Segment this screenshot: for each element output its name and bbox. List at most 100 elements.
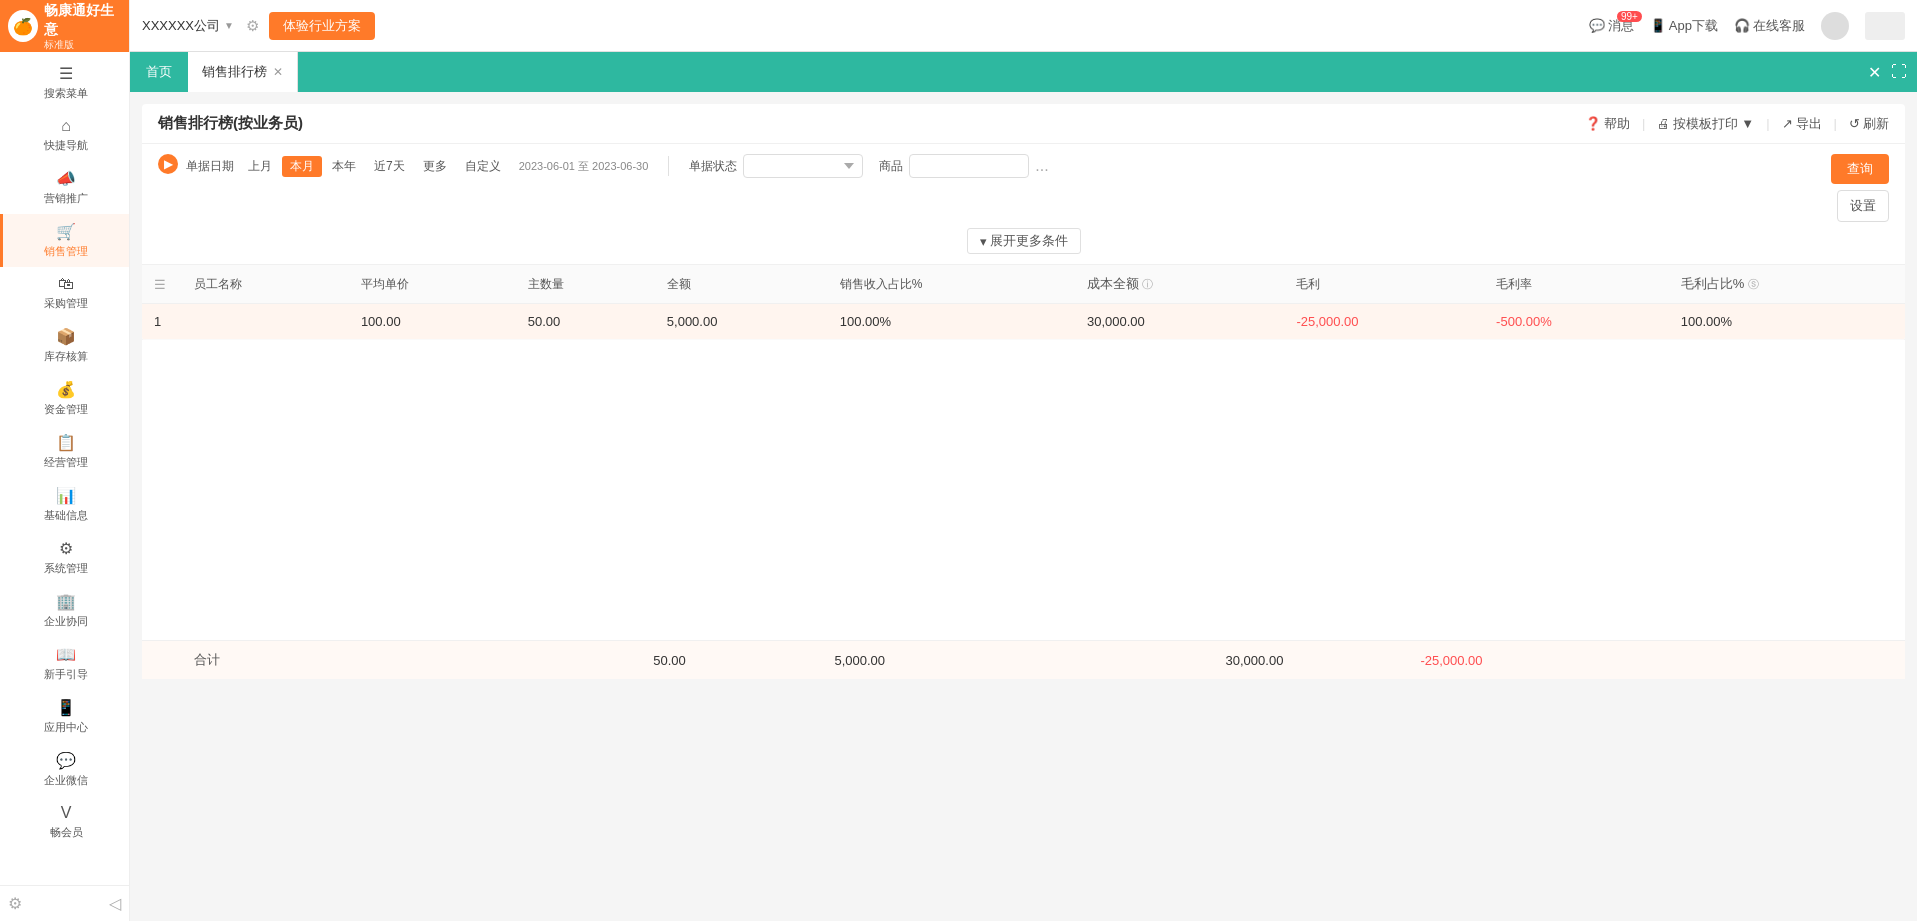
date-tab-more[interactable]: 更多 [415,156,455,177]
print-caret-icon: ▼ [1741,116,1754,131]
footer-label: 合计 [194,651,274,669]
date-tabs: 上月 本月 本年 近7天 更多 自定义 [240,156,509,177]
sidebar-label-shortcuts: 快捷导航 [44,138,88,153]
sidebar-item-member[interactable]: V 畅会员 [0,796,129,848]
topbar-gear-icon[interactable]: ⚙ [246,17,259,35]
online-service-button[interactable]: 🎧 在线客服 [1734,17,1805,35]
query-button[interactable]: 查询 [1831,154,1889,184]
filter-right-buttons: 查询 设置 [1831,154,1889,222]
table-header-row: ☰ 员工名称 平均单价 主数量 全额 销售收入占比% 成本全额 ⓘ 毛利 毛利率 [142,265,1905,304]
main-area: XXXXXX公司 ▼ ⚙ 体验行业方案 💬 消息 99+ 📱 App下载 🎧 在… [130,0,1917,921]
cell-quantity: 50.00 [516,304,655,340]
table-header: ☰ 员工名称 平均单价 主数量 全额 销售收入占比% 成本全额 ⓘ 毛利 毛利率 [142,265,1905,304]
sidebar-settings-icon[interactable]: ⚙ [8,894,22,913]
tab-close-icon[interactable]: ✕ [273,65,283,79]
th-avg-price: 平均单价 [349,265,516,304]
table-footer: 合计 50.00 5,000.00 30,000.00 -25,000.00 [142,640,1905,679]
base-icon: 📊 [56,486,76,505]
sidebar-label-wechat: 企业微信 [44,773,88,788]
sidebar-item-operations[interactable]: 📋 经营管理 [0,425,129,478]
export-button[interactable]: ↗ 导出 [1782,115,1822,133]
inventory-icon: 📦 [56,327,76,346]
sidebar-item-inventory[interactable]: 📦 库存核算 [0,319,129,372]
system-icon: ⚙ [59,539,73,558]
messages-button[interactable]: 💬 消息 99+ [1589,17,1634,35]
sidebar-label-marketing: 营销推广 [44,191,88,206]
sidebar-item-base[interactable]: 📊 基础信息 [0,478,129,531]
th-gross: 毛利 [1284,265,1484,304]
table-empty-space [142,340,1905,640]
cell-amount: 5,000.00 [655,304,828,340]
status-filter-group: 单据状态 [689,154,863,178]
footer-gross: -25,000.00 [1295,653,1494,668]
sidebar-item-sales[interactable]: 🛒 销售管理 [0,214,129,267]
cost-info-icon[interactable]: ⓘ [1142,277,1153,292]
sidebar-item-wechat[interactable]: 💬 企业微信 [0,743,129,796]
th-settings[interactable]: ☰ [142,265,182,304]
user-avatar[interactable] [1821,12,1849,40]
page-title: 销售排行榜(按业务员) [158,114,303,133]
sidebar-label-inventory: 库存核算 [44,349,88,364]
filter-area: ▶ 单据日期 上月 本月 本年 近7天 更多 自定义 2023-06-01 至 … [142,144,1905,222]
shortcuts-icon: ⌂ [61,117,71,135]
trial-button[interactable]: 体验行业方案 [269,12,375,40]
sidebar-item-search[interactable]: ☰ 搜索菜单 [0,56,129,109]
date-tab-last7[interactable]: 近7天 [366,156,413,177]
status-filter-label: 单据状态 [689,158,737,175]
sidebar-item-enterprise[interactable]: 🏢 企业协同 [0,584,129,637]
cell-name [182,304,349,340]
sidebar-collapse-icon[interactable]: ◁ [109,894,121,913]
company-selector[interactable]: XXXXXX公司 ▼ [142,17,234,35]
print-button[interactable]: 🖨 按模板打印 ▼ [1657,115,1754,133]
apps-icon: 📱 [56,698,76,717]
sidebar-item-marketing[interactable]: 📣 营销推广 [0,161,129,214]
sidebar-item-guide[interactable]: 📖 新手引导 [0,637,129,690]
status-filter-select[interactable] [743,154,863,178]
sidebar-item-purchase[interactable]: 🛍 采购管理 [0,267,129,319]
sidebar-logo-text: 畅康通好生意 标准版 [44,1,121,50]
tab-maximize-icon[interactable]: ⛶ [1891,63,1907,81]
settings-button[interactable]: 设置 [1837,190,1889,222]
th-gross-pct: 毛利占比% ⓢ [1669,265,1905,304]
goods-filter-input-wrap [909,154,1029,178]
sidebar-label-enterprise: 企业协同 [44,614,88,629]
filter-collapse-icon[interactable]: ▶ [158,154,178,174]
tab-close-all-icon[interactable]: ✕ [1868,63,1881,82]
date-tab-last-month[interactable]: 上月 [240,156,280,177]
th-sales-pct: 销售收入占比% [828,265,1075,304]
sidebar-item-system[interactable]: ⚙ 系统管理 [0,531,129,584]
sidebar-item-apps[interactable]: 📱 应用中心 [0,690,129,743]
sidebar-label-search: 搜索菜单 [44,86,88,101]
user-name[interactable] [1865,12,1905,40]
sidebar-item-shortcuts[interactable]: ⌂ 快捷导航 [0,109,129,161]
sidebar-label-purchase: 采购管理 [44,296,88,311]
date-range-display: 2023-06-01 至 2023-06-30 [519,159,649,174]
sidebar-label-operations: 经营管理 [44,455,88,470]
sidebar-item-finance[interactable]: 💰 资金管理 [0,372,129,425]
tab-home[interactable]: 首页 [130,52,188,92]
more-dots-icon[interactable]: ... [1035,157,1048,175]
refresh-button[interactable]: ↺ 刷新 [1849,115,1889,133]
footer-cost: 30,000.00 [1096,653,1295,668]
topbar-right: 💬 消息 99+ 📱 App下载 🎧 在线客服 [1589,12,1905,40]
phone-icon: 📱 [1650,18,1666,33]
content-area: 销售排行榜(按业务员) ❓ 帮助 | 🖨 按模板打印 ▼ | ↗ 导出 | [130,92,1917,921]
th-gross-rate: 毛利率 [1484,265,1669,304]
expand-conditions-button[interactable]: ▾ 展开更多条件 [967,228,1081,254]
date-tab-custom[interactable]: 自定义 [457,156,509,177]
th-settings-icon[interactable]: ☰ [154,277,166,292]
expand-icon: ▾ [980,234,987,249]
app-download-button[interactable]: 📱 App下载 [1650,17,1718,35]
marketing-icon: 📣 [56,169,76,188]
date-tab-this-year[interactable]: 本年 [324,156,364,177]
headset-icon: 🎧 [1734,18,1750,33]
date-tab-this-month[interactable]: 本月 [282,156,322,177]
help-button[interactable]: ❓ 帮助 [1585,115,1630,133]
gross-pct-info-icon[interactable]: ⓢ [1748,277,1759,292]
date-filter-label: 单据日期 [186,158,234,175]
guide-icon: 📖 [56,645,76,664]
th-name: 员工名称 [182,265,349,304]
tab-sales-ranking[interactable]: 销售排行榜 ✕ [188,52,298,92]
goods-filter-input[interactable] [918,159,1018,173]
cell-rank: 1 [142,304,182,340]
